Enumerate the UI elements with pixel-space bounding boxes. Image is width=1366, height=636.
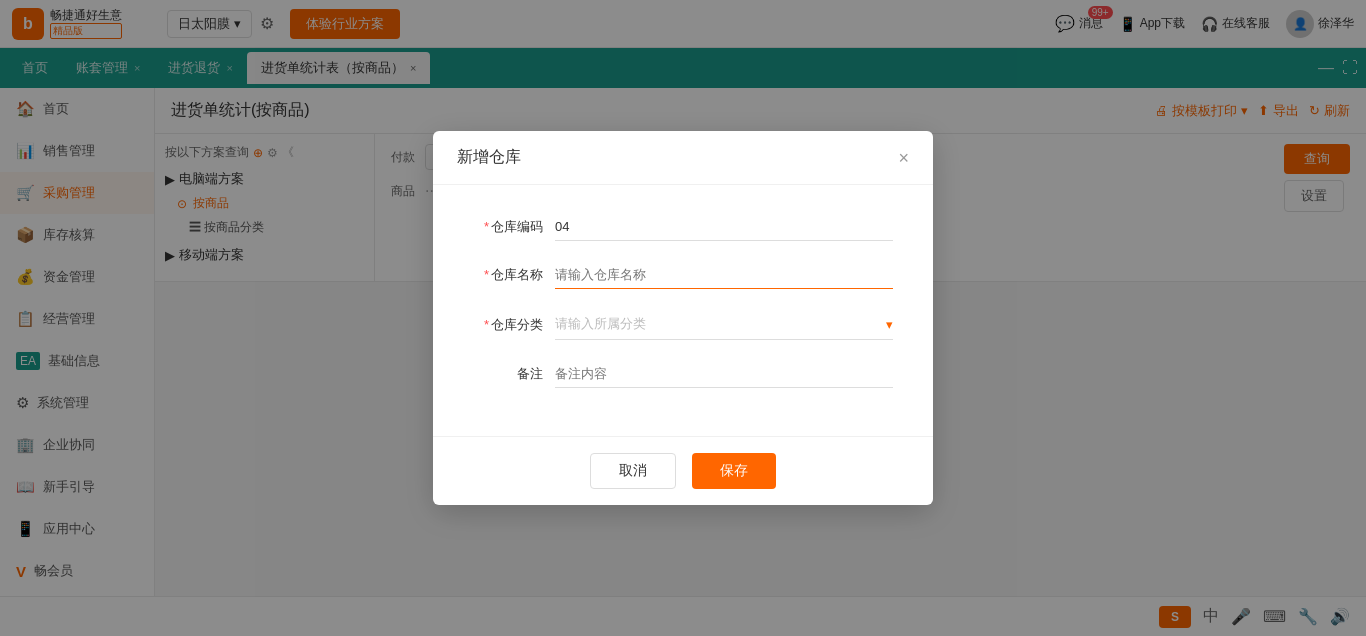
remark-input[interactable] [555,360,893,388]
form-item-category: 仓库分类 请输入所属分类 ▾ [473,309,893,340]
category-select[interactable]: 请输入所属分类 ▾ [555,309,893,340]
name-label: 仓库名称 [473,266,543,284]
category-dropdown-icon: ▾ [886,317,893,332]
code-input[interactable] [555,213,893,241]
form-item-name: 仓库名称 [473,261,893,289]
code-label: 仓库编码 [473,218,543,236]
form-item-code: 仓库编码 [473,213,893,241]
save-button[interactable]: 保存 [692,453,776,489]
form-item-remark: 备注 [473,360,893,388]
name-input[interactable] [555,261,893,289]
category-label: 仓库分类 [473,316,543,334]
modal-close-button[interactable]: × [898,149,909,167]
category-placeholder: 请输入所属分类 [555,315,646,333]
modal-title: 新增仓库 [457,147,521,168]
cancel-button[interactable]: 取消 [590,453,676,489]
new-warehouse-modal: 新增仓库 × 仓库编码 仓库名称 仓库分类 请输入所属分类 ▾ [433,131,933,505]
modal-header: 新增仓库 × [433,131,933,185]
modal-footer: 取消 保存 [433,436,933,505]
modal-overlay: 新增仓库 × 仓库编码 仓库名称 仓库分类 请输入所属分类 ▾ [0,0,1366,636]
modal-body: 仓库编码 仓库名称 仓库分类 请输入所属分类 ▾ 备注 [433,185,933,436]
remark-label: 备注 [473,365,543,383]
